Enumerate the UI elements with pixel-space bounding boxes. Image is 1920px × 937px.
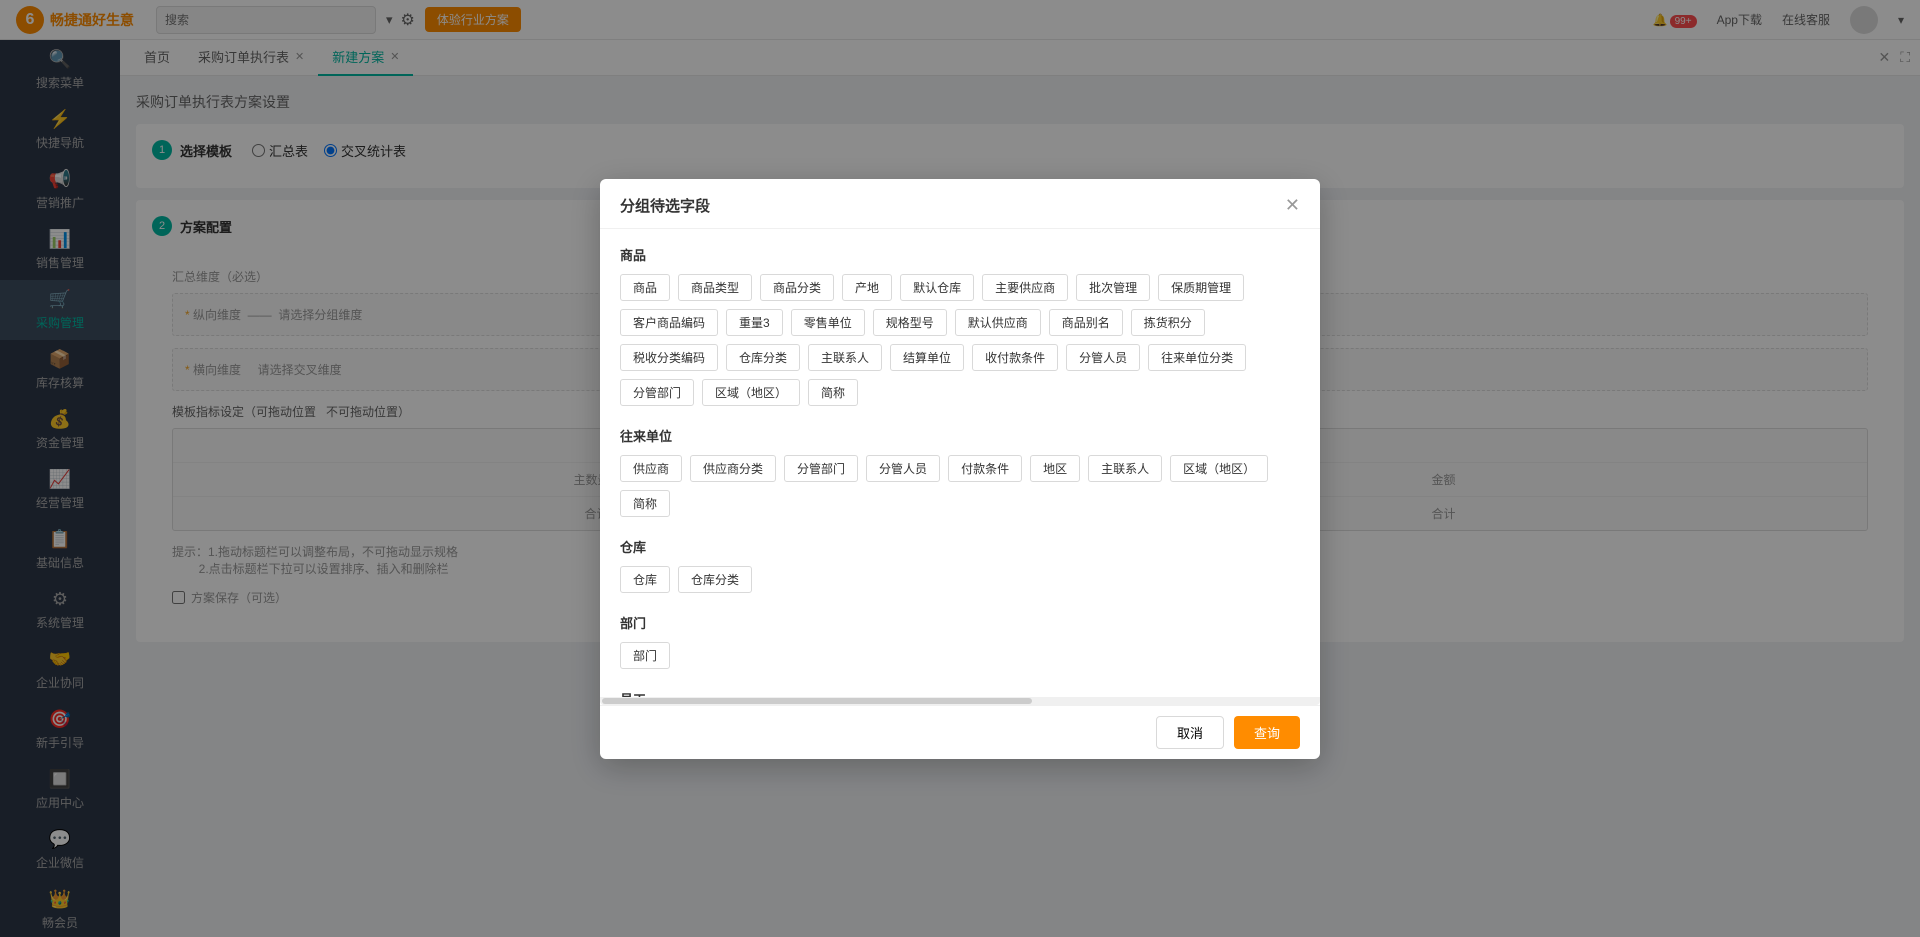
field-tag-商品类型[interactable]: 商品类型 bbox=[678, 274, 752, 301]
field-tag-规格型号[interactable]: 规格型号 bbox=[873, 309, 947, 336]
field-tag-供应商[interactable]: 供应商 bbox=[620, 455, 682, 482]
field-tag-仓库分类[interactable]: 仓库分类 bbox=[678, 566, 752, 593]
section-title-warehouse: 仓库 bbox=[620, 537, 1300, 556]
field-tag-简称[interactable]: 简称 bbox=[808, 379, 858, 406]
section-title-employee: 员工 bbox=[620, 689, 1300, 697]
section-title-department: 部门 bbox=[620, 613, 1300, 632]
field-tag-主要供应商[interactable]: 主要供应商 bbox=[982, 274, 1068, 301]
field-tags-goods: 商品商品类型商品分类产地默认仓库主要供应商批次管理保质期管理客户商品编码重量3 零… bbox=[620, 274, 1300, 406]
modal-body[interactable]: 商品商品商品类型商品分类产地默认仓库主要供应商批次管理保质期管理客户商品编码重量… bbox=[600, 229, 1320, 697]
field-tag-仓库[interactable]: 仓库 bbox=[620, 566, 670, 593]
field-tag-产地[interactable]: 产地 bbox=[842, 274, 892, 301]
cancel-button[interactable]: 取消 bbox=[1156, 716, 1224, 749]
modal-header: 分组待选字段 ✕ bbox=[600, 179, 1320, 229]
field-tag-收付款条件[interactable]: 收付款条件 bbox=[972, 344, 1058, 371]
field-tag-零售单位[interactable]: 零售单位 bbox=[791, 309, 865, 336]
section-goods: 商品商品商品类型商品分类产地默认仓库主要供应商批次管理保质期管理客户商品编码重量… bbox=[620, 245, 1300, 406]
section-department: 部门部门 bbox=[620, 613, 1300, 669]
modal-footer: 取消 查询 bbox=[600, 705, 1320, 759]
field-tag-简称[interactable]: 简称 bbox=[620, 490, 670, 517]
field-tag-分管人员[interactable]: 分管人员 bbox=[866, 455, 940, 482]
section-title-goods: 商品 bbox=[620, 245, 1300, 264]
field-tag-仓库分类[interactable]: 仓库分类 bbox=[726, 344, 800, 371]
field-tag-客户商品编码[interactable]: 客户商品编码 bbox=[620, 309, 718, 336]
field-tag-默认供应商[interactable]: 默认供应商 bbox=[955, 309, 1041, 336]
field-tag-付款条件[interactable]: 付款条件 bbox=[948, 455, 1022, 482]
field-tag-主联系人[interactable]: 主联系人 bbox=[1088, 455, 1162, 482]
field-tag-结算单位[interactable]: 结算单位 bbox=[890, 344, 964, 371]
field-tag-分管部门[interactable]: 分管部门 bbox=[784, 455, 858, 482]
field-tag-分管人员[interactable]: 分管人员 bbox=[1066, 344, 1140, 371]
field-tag-商品分类[interactable]: 商品分类 bbox=[760, 274, 834, 301]
field-tag-供应商分类[interactable]: 供应商分类 bbox=[690, 455, 776, 482]
field-tag-区域（地区）[interactable]: 区域（地区） bbox=[1170, 455, 1268, 482]
field-tag-往来单位分类[interactable]: 往来单位分类 bbox=[1148, 344, 1246, 371]
section-warehouse: 仓库仓库仓库分类 bbox=[620, 537, 1300, 593]
field-tag-默认仓库[interactable]: 默认仓库 bbox=[900, 274, 974, 301]
section-partner: 往来单位供应商供应商分类分管部门分管人员付款条件地区主联系人区域（地区） 简称 bbox=[620, 426, 1300, 517]
modal-title: 分组待选字段 bbox=[620, 195, 710, 216]
field-tag-税收分类编码[interactable]: 税收分类编码 bbox=[620, 344, 718, 371]
field-tags-department: 部门 bbox=[620, 642, 1300, 669]
modal-close-button[interactable]: ✕ bbox=[1285, 196, 1300, 214]
modal-overlay: 分组待选字段 ✕ 商品商品商品类型商品分类产地默认仓库主要供应商批次管理保质期管… bbox=[0, 0, 1920, 937]
section-title-partner: 往来单位 bbox=[620, 426, 1300, 445]
field-tags-warehouse: 仓库仓库分类 bbox=[620, 566, 1300, 593]
field-tags-partner: 供应商供应商分类分管部门分管人员付款条件地区主联系人区域（地区） 简称 bbox=[620, 455, 1300, 517]
field-tag-商品别名[interactable]: 商品别名 bbox=[1049, 309, 1123, 336]
field-tag-批次管理[interactable]: 批次管理 bbox=[1076, 274, 1150, 301]
field-tag-部门[interactable]: 部门 bbox=[620, 642, 670, 669]
field-tag-保质期管理[interactable]: 保质期管理 bbox=[1158, 274, 1244, 301]
modal-scroll-x bbox=[600, 697, 1320, 705]
field-tag-商品[interactable]: 商品 bbox=[620, 274, 670, 301]
field-tag-拣货积分[interactable]: 拣货积分 bbox=[1131, 309, 1205, 336]
field-select-modal: 分组待选字段 ✕ 商品商品商品类型商品分类产地默认仓库主要供应商批次管理保质期管… bbox=[600, 179, 1320, 759]
confirm-button[interactable]: 查询 bbox=[1234, 716, 1300, 749]
modal-scroll-thumb bbox=[602, 698, 1032, 704]
field-tag-区域（地区）[interactable]: 区域（地区） bbox=[702, 379, 800, 406]
section-employee: 员工业务员 bbox=[620, 689, 1300, 697]
field-tag-地区[interactable]: 地区 bbox=[1030, 455, 1080, 482]
field-tag-主联系人[interactable]: 主联系人 bbox=[808, 344, 882, 371]
field-tag-重量3[interactable]: 重量3 bbox=[726, 309, 783, 336]
field-tag-分管部门[interactable]: 分管部门 bbox=[620, 379, 694, 406]
